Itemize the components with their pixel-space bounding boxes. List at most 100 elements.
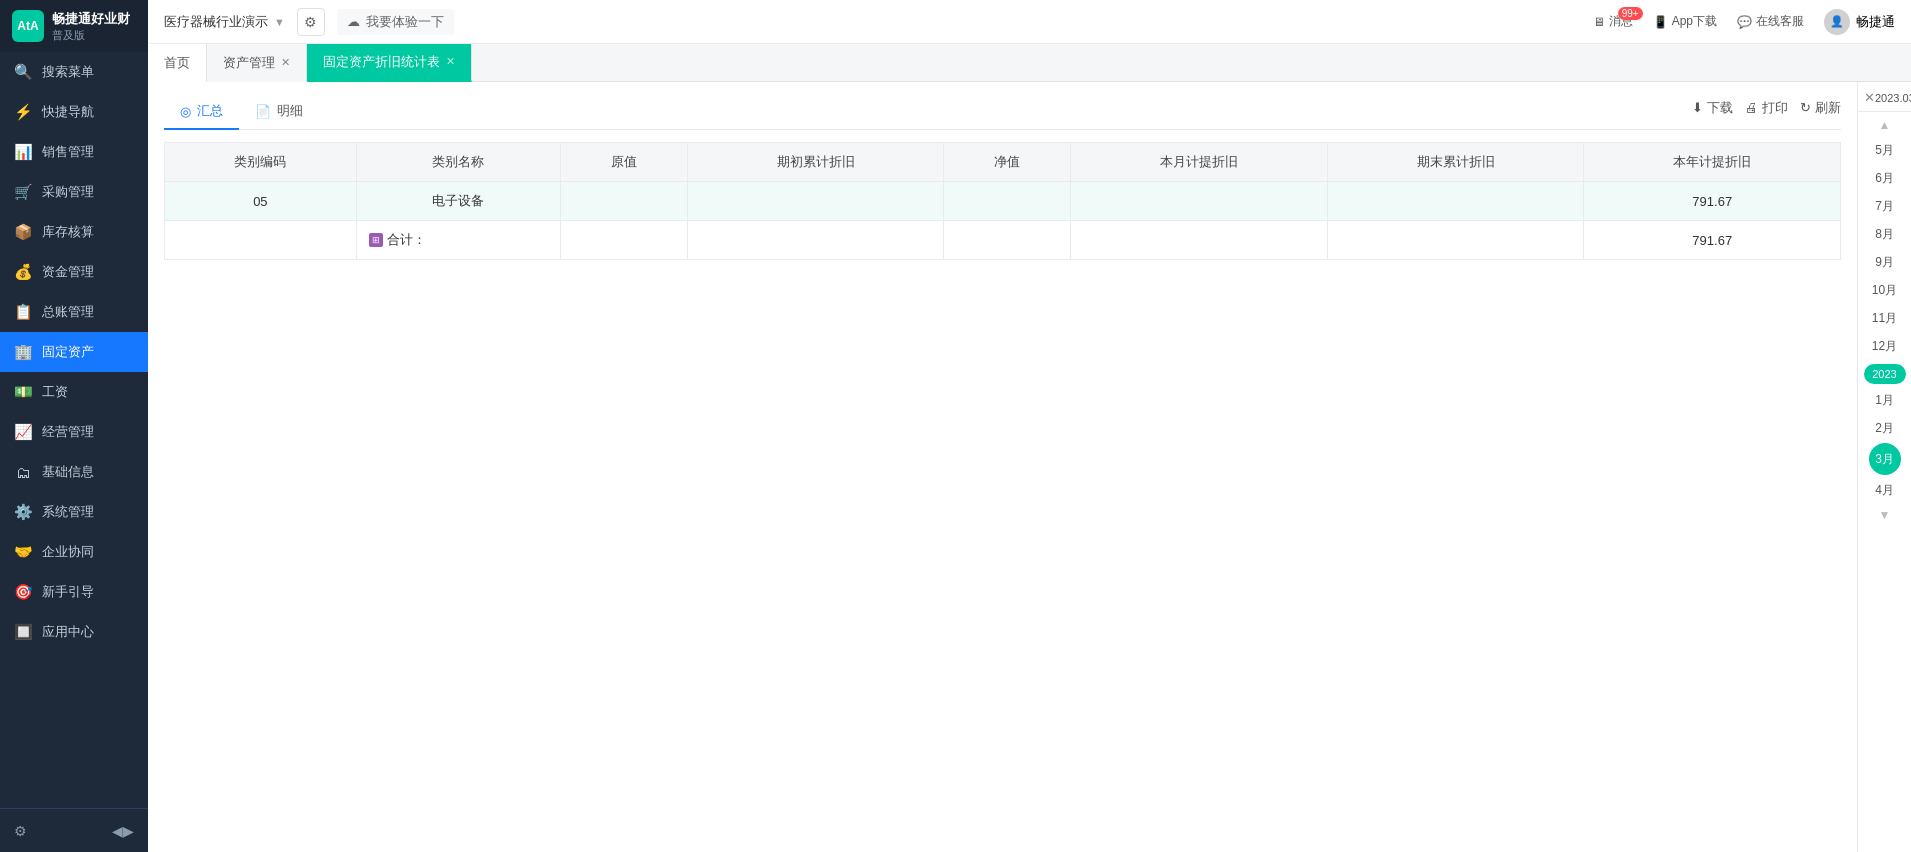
download-button[interactable]: ⬇ 下载	[1692, 99, 1733, 117]
close-depreciation-tab-icon[interactable]: ✕	[446, 55, 455, 68]
month-item-11[interactable]: 11月	[1865, 305, 1905, 331]
cell-code: 05	[165, 182, 357, 221]
month-item-2[interactable]: 2月	[1865, 415, 1905, 441]
sidebar-item-quicknav[interactable]: ⚡ 快捷导航	[0, 92, 148, 132]
panel-date-label: 2023.03	[1875, 92, 1911, 104]
guide-icon: 🎯	[14, 583, 32, 601]
total-original	[560, 221, 687, 260]
print-button[interactable]: 🖨 打印	[1745, 99, 1788, 117]
month-item-5[interactable]: 5月	[1865, 137, 1905, 163]
month-item-8[interactable]: 8月	[1865, 221, 1905, 247]
nav-up-icon[interactable]: ▲	[1875, 114, 1895, 136]
online-service-button[interactable]: 💬 在线客服	[1737, 13, 1804, 30]
month-item-9[interactable]: 9月	[1865, 249, 1905, 275]
app-download-button[interactable]: 📱 App下载	[1653, 13, 1717, 30]
total-label-text: 合计：	[387, 231, 426, 249]
sidebar-item-fixed[interactable]: 🏢 固定资产	[0, 332, 148, 372]
right-panel-header: ✕ 2023.03 ⤢	[1858, 90, 1911, 112]
month-item-3[interactable]: 3月	[1869, 443, 1901, 475]
ops-icon: 📈	[14, 423, 32, 441]
download-icon: 📱	[1653, 15, 1668, 29]
finance-icon: 💰	[14, 263, 32, 281]
col-header-name: 类别名称	[356, 143, 560, 182]
sidebar-item-ledger[interactable]: 📋 总账管理	[0, 292, 148, 332]
month-item-4[interactable]: 4月	[1865, 477, 1905, 503]
content-main: ◎ 汇总 📄 明细 ⬇ 下载 🖨 打印	[148, 82, 1857, 852]
sidebar-item-sales[interactable]: 📊 销售管理	[0, 132, 148, 172]
sidebar-item-inventory[interactable]: 📦 库存核算	[0, 212, 148, 252]
month-item-7[interactable]: 7月	[1865, 193, 1905, 219]
ledger-icon: 📋	[14, 303, 32, 321]
month-item-10[interactable]: 10月	[1865, 277, 1905, 303]
sidebar-item-search[interactable]: 🔍 搜索菜单	[0, 52, 148, 92]
col-header-net: 净值	[944, 143, 1071, 182]
sidebar-item-salary[interactable]: 💵 工资	[0, 372, 148, 412]
sidebar-item-system[interactable]: ⚙️ 系统管理	[0, 492, 148, 532]
sidebar-item-finance[interactable]: 💰 资金管理	[0, 252, 148, 292]
search-icon: 🔍	[14, 63, 32, 81]
year-tag-2023: 2023	[1864, 364, 1906, 384]
sub-tab-summary[interactable]: ◎ 汇总	[164, 94, 239, 130]
sub-tabs-right: ⬇ 下载 🖨 打印 ↻ 刷新	[1692, 99, 1841, 125]
col-header-code: 类别编码	[165, 143, 357, 182]
sub-tabs: ◎ 汇总 📄 明细 ⬇ 下载 🖨 打印	[164, 94, 1841, 130]
sidebar-item-guide[interactable]: 🎯 新手引导	[0, 572, 148, 612]
topbar-right: 🖥 消息 99+ 📱 App下载 💬 在线客服 👤 畅捷通	[1593, 9, 1895, 35]
fixed-icon: 🏢	[14, 343, 32, 361]
sidebar-item-appstore[interactable]: 🔲 应用中心	[0, 612, 148, 652]
sales-icon: 📊	[14, 143, 32, 161]
sidebar-item-basic[interactable]: 🗂 基础信息	[0, 452, 148, 492]
total-label-cell: ⊞ 合计：	[356, 221, 560, 260]
cell-initial-depr	[687, 182, 944, 221]
tab-home[interactable]: 首页	[148, 44, 207, 82]
settings-footer-icon[interactable]: ⚙	[14, 823, 27, 839]
topbar-settings-button[interactable]: ⚙	[297, 8, 325, 36]
main-area: 医疗器械行业演示 ▼ ⚙ ☁ 我要体验一下 🖥 消息 99+ 📱 App下载 💬…	[148, 0, 1911, 852]
user-menu[interactable]: 👤 畅捷通	[1824, 9, 1895, 35]
cell-original	[560, 182, 687, 221]
cloud-icon: ☁	[347, 14, 360, 29]
content-area: ◎ 汇总 📄 明细 ⬇ 下载 🖨 打印	[148, 82, 1911, 852]
message-badge: 99+	[1618, 7, 1643, 20]
gear-icon: ⚙	[304, 14, 317, 30]
topbar: 医疗器械行业演示 ▼ ⚙ ☁ 我要体验一下 🖥 消息 99+ 📱 App下载 💬…	[148, 0, 1911, 44]
sidebar-scroll: 🔍 搜索菜单 ⚡ 快捷导航 📊 销售管理 🛒 采购管理 📦 库存核算 💰 资金管…	[0, 52, 148, 808]
message-icon: 🖥	[1593, 15, 1605, 29]
sidebar-item-ops[interactable]: 📈 经营管理	[0, 412, 148, 452]
refresh-button[interactable]: ↻ 刷新	[1800, 99, 1841, 117]
download-icon: ⬇	[1692, 100, 1703, 115]
nav-down-icon[interactable]: ▼	[1875, 504, 1895, 526]
cell-name: 电子设备	[356, 182, 560, 221]
panel-close-icon[interactable]: ✕	[1864, 90, 1875, 105]
depreciation-table: 类别编码 类别名称 原值 期初累计折旧 净值 本月计提折旧 期末累计折旧 本年计…	[164, 142, 1841, 260]
total-period-end-depr	[1327, 221, 1584, 260]
experience-button[interactable]: ☁ 我要体验一下	[337, 9, 454, 35]
purchase-icon: 🛒	[14, 183, 32, 201]
collapse-icon[interactable]: ◀▶	[112, 823, 134, 839]
month-item-12[interactable]: 12月	[1865, 333, 1905, 359]
inventory-icon: 📦	[14, 223, 32, 241]
col-header-initial-depr: 期初累计折旧	[687, 143, 944, 182]
sidebar-item-collab[interactable]: 🤝 企业协同	[0, 532, 148, 572]
tabs-bar: 首页 资产管理 ✕ 固定资产折旧统计表 ✕	[148, 44, 1911, 82]
system-icon: ⚙️	[14, 503, 32, 521]
summary-icon: ◎	[180, 104, 191, 119]
close-assets-tab-icon[interactable]: ✕	[281, 56, 290, 69]
total-icon: ⊞	[369, 233, 383, 247]
tab-depreciation[interactable]: 固定资产折旧统计表 ✕	[307, 44, 472, 82]
sidebar: AtA 畅捷通好业财 普及版 🔍 搜索菜单 ⚡ 快捷导航 📊 销售管理 🛒 采购…	[0, 0, 148, 852]
company-selector[interactable]: 医疗器械行业演示 ▼	[164, 13, 285, 31]
basic-icon: 🗂	[14, 464, 32, 481]
month-item-1[interactable]: 1月	[1865, 387, 1905, 413]
sidebar-footer: ⚙ ◀▶	[0, 808, 148, 852]
sidebar-item-purchase[interactable]: 🛒 采购管理	[0, 172, 148, 212]
avatar: 👤	[1824, 9, 1850, 35]
total-empty-code	[165, 221, 357, 260]
sub-tab-detail[interactable]: 📄 明细	[239, 94, 319, 130]
col-header-period-end-depr: 期末累计折旧	[1327, 143, 1584, 182]
month-item-6[interactable]: 6月	[1865, 165, 1905, 191]
logo-icon: AtA	[12, 10, 44, 42]
detail-icon: 📄	[255, 104, 271, 119]
tab-assets[interactable]: 资产管理 ✕	[207, 44, 307, 82]
message-button[interactable]: 🖥 消息 99+	[1593, 13, 1633, 30]
